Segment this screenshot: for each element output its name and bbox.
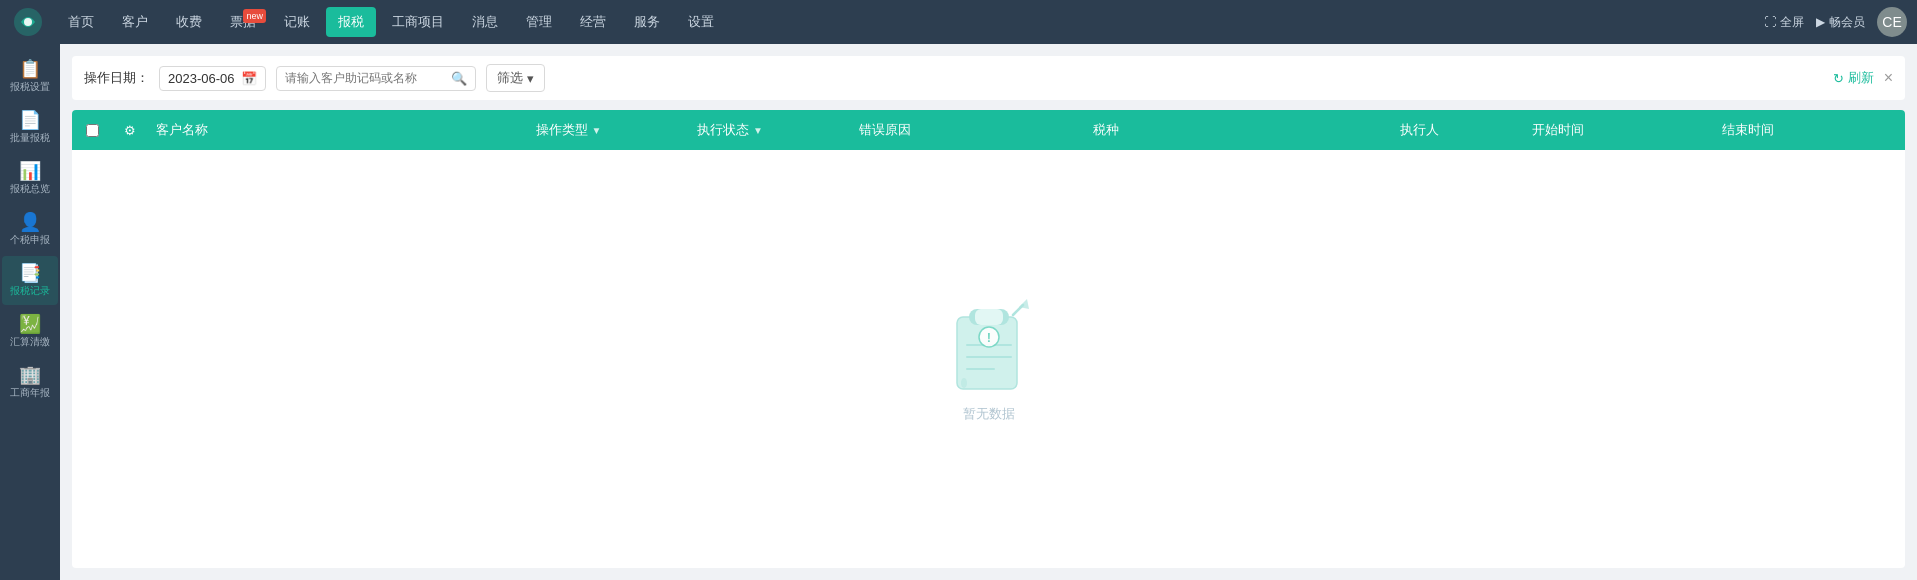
sidebar-label: 报税记录 — [10, 285, 50, 297]
col-endtime-label: 结束时间 — [1722, 121, 1774, 139]
nav-item-管理[interactable]: 管理 — [514, 7, 564, 37]
empty-state: ! 暂无数据 — [72, 150, 1905, 568]
nav-item-首页[interactable]: 首页 — [56, 7, 106, 37]
chevron-down-icon: ▾ — [527, 71, 534, 86]
nav-item-收费[interactable]: 收费 — [164, 7, 214, 37]
sidebar-icon: 📋 — [19, 60, 41, 78]
col-error-reason: 错误原因 — [851, 121, 1085, 139]
nav-item-设置[interactable]: 设置 — [676, 7, 726, 37]
sidebar-item-个税申报[interactable]: 👤 个税申报 — [2, 205, 58, 254]
sidebar-label: 汇算清缴 — [10, 336, 50, 348]
col-optype-label: 操作类型 — [536, 121, 588, 139]
sidebar-label: 工商年报 — [10, 387, 50, 399]
main-layout: 📋 报税设置 📄 批量报税 📊 报税总览 👤 个税申报 📑 报税记录 💹 汇算清缴 🏢 工商年报 操作日期… — [0, 44, 1917, 580]
nav-item-服务[interactable]: 服务 — [622, 7, 672, 37]
refresh-icon: ↻ — [1833, 71, 1844, 86]
header-settings[interactable]: ⚙ — [112, 123, 148, 138]
select-all-checkbox[interactable] — [86, 124, 99, 137]
sidebar-icon: 📄 — [19, 111, 41, 129]
col-tax-type: 税种 — [1085, 121, 1392, 139]
member-button[interactable]: ▶ 畅会员 — [1816, 14, 1865, 31]
fullscreen-button[interactable]: ⛶ 全屏 — [1764, 14, 1804, 31]
nav-item-工商项目[interactable]: 工商项目 — [380, 7, 456, 37]
filter-button[interactable]: 筛选 ▾ — [486, 64, 545, 92]
sidebar-item-汇算清缴[interactable]: 💹 汇算清缴 — [2, 307, 58, 356]
nav-item-记账[interactable]: 记账 — [272, 7, 322, 37]
header-checkbox[interactable] — [72, 124, 112, 137]
calendar-icon: 📅 — [241, 71, 257, 86]
sidebar-icon: 📑 — [19, 264, 41, 282]
search-input[interactable] — [285, 71, 447, 85]
table-container: ⚙ 客户名称 操作类型 ▼ 执行状态 ▼ 错误原因 税种 — [72, 110, 1905, 568]
col-error-label: 错误原因 — [859, 121, 911, 139]
search-icon: 🔍 — [451, 71, 467, 86]
empty-illustration: ! — [939, 295, 1039, 405]
col-start-time: 开始时间 — [1524, 121, 1715, 139]
sidebar-icon: 👤 — [19, 213, 41, 231]
col-executor-label: 执行人 — [1400, 121, 1439, 139]
sidebar-item-报税设置[interactable]: 📋 报税设置 — [2, 52, 58, 101]
sidebar-item-报税记录[interactable]: 📑 报税记录 — [2, 256, 58, 305]
top-navigation: 首页客户收费票据new记账报税工商项目消息管理经营服务设置 ⛶ 全屏 ▶ 畅会员… — [0, 0, 1917, 44]
sidebar-label: 报税总览 — [10, 183, 50, 195]
close-button[interactable]: × — [1884, 70, 1893, 86]
sidebar-icon: 🏢 — [19, 366, 41, 384]
close-icon: × — [1884, 69, 1893, 86]
date-label: 操作日期： — [84, 69, 149, 87]
sidebar-item-报税总览[interactable]: 📊 报税总览 — [2, 154, 58, 203]
empty-text: 暂无数据 — [963, 405, 1015, 423]
search-box[interactable]: 🔍 — [276, 66, 476, 91]
toolbar: 操作日期： 2023-06-06 📅 🔍 筛选 ▾ ↻ 刷新 × — [72, 56, 1905, 100]
date-input[interactable]: 2023-06-06 📅 — [159, 66, 266, 91]
sidebar-icon: 📊 — [19, 162, 41, 180]
refresh-button[interactable]: ↻ 刷新 — [1833, 69, 1874, 87]
col-end-time: 结束时间 — [1714, 121, 1905, 139]
col-status: 执行状态 ▼ — [689, 121, 850, 139]
col-executor: 执行人 — [1392, 121, 1524, 139]
date-value: 2023-06-06 — [168, 71, 235, 86]
settings-icon: ⚙ — [124, 123, 136, 138]
nav-item-客户[interactable]: 客户 — [110, 7, 160, 37]
filter-label: 筛选 — [497, 69, 523, 87]
svg-point-1 — [24, 18, 32, 26]
table-header: ⚙ 客户名称 操作类型 ▼ 执行状态 ▼ 错误原因 税种 — [72, 110, 1905, 150]
sidebar-label: 个税申报 — [10, 234, 50, 246]
sidebar-icon: 💹 — [19, 315, 41, 333]
sidebar-item-工商年报[interactable]: 🏢 工商年报 — [2, 358, 58, 407]
svg-point-12 — [961, 378, 967, 388]
col-client-name: 客户名称 — [148, 121, 528, 139]
nav-item-票据[interactable]: 票据new — [218, 7, 268, 37]
sidebar-item-批量报税[interactable]: 📄 批量报税 — [2, 103, 58, 152]
svg-text:!: ! — [986, 330, 990, 345]
nav-item-消息[interactable]: 消息 — [460, 7, 510, 37]
avatar-text: CE — [1882, 14, 1901, 30]
sidebar: 📋 报税设置 📄 批量报税 📊 报税总览 👤 个税申报 📑 报税记录 💹 汇算清缴 🏢 工商年报 — [0, 44, 60, 580]
col-starttime-label: 开始时间 — [1532, 121, 1584, 139]
col-op-type: 操作类型 ▼ — [528, 121, 689, 139]
video-icon: ▶ — [1816, 15, 1825, 29]
svg-rect-4 — [975, 309, 1003, 325]
refresh-label: 刷新 — [1848, 69, 1874, 87]
nav-item-经营[interactable]: 经营 — [568, 7, 618, 37]
filter-icon-optype: ▼ — [592, 125, 602, 136]
fullscreen-icon: ⛶ — [1764, 15, 1776, 29]
filter-icon-status: ▼ — [753, 125, 763, 136]
col-taxtype-label: 税种 — [1093, 121, 1119, 139]
avatar[interactable]: CE — [1877, 7, 1907, 37]
sidebar-label: 报税设置 — [10, 81, 50, 93]
col-status-label: 执行状态 — [697, 121, 749, 139]
nav-items: 首页客户收费票据new记账报税工商项目消息管理经营服务设置 — [56, 7, 1764, 37]
content-area: 操作日期： 2023-06-06 📅 🔍 筛选 ▾ ↻ 刷新 × — [60, 44, 1917, 580]
nav-item-报税[interactable]: 报税 — [326, 7, 376, 37]
fullscreen-label: 全屏 — [1780, 14, 1804, 31]
col-client-label: 客户名称 — [156, 121, 208, 139]
sidebar-label: 批量报税 — [10, 132, 50, 144]
member-label: 畅会员 — [1829, 14, 1865, 31]
app-logo — [10, 4, 46, 40]
nav-right: ⛶ 全屏 ▶ 畅会员 CE — [1764, 7, 1907, 37]
